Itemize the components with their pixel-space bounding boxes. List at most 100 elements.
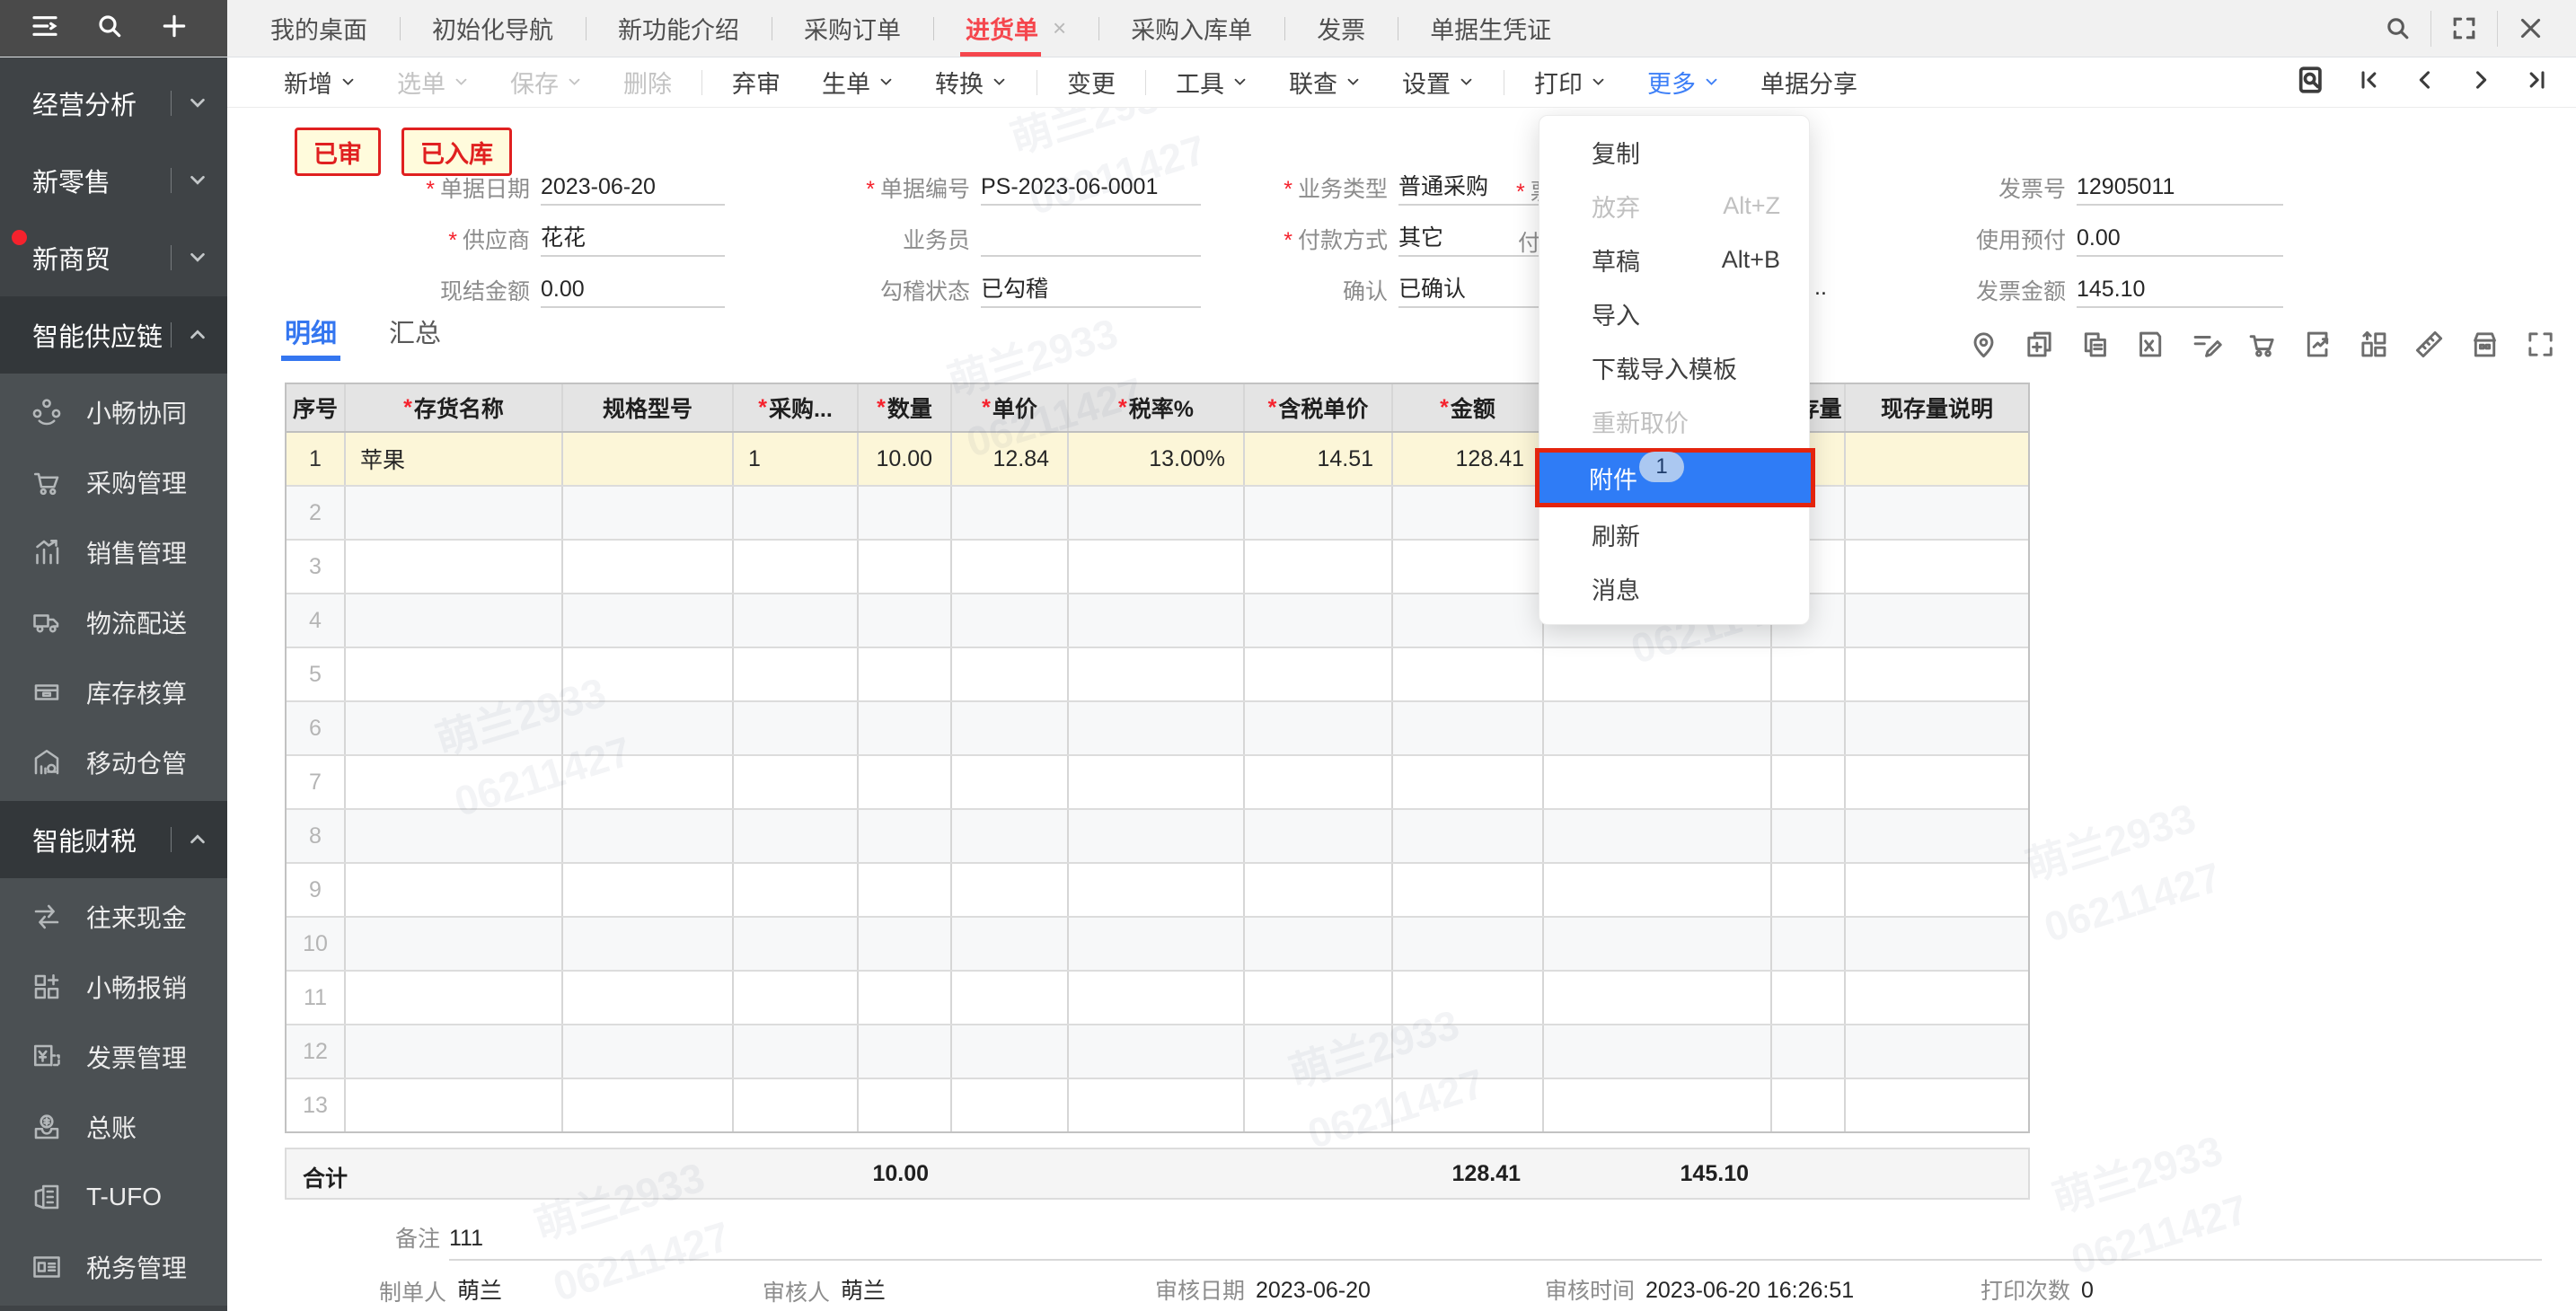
cell[interactable] <box>1770 702 1844 754</box>
cell[interactable] <box>1770 864 1844 916</box>
cell[interactable] <box>561 487 732 539</box>
cell[interactable] <box>1844 810 2028 862</box>
cell[interactable]: 128.41 <box>1391 433 1542 485</box>
cell[interactable] <box>1844 972 2028 1024</box>
cell[interactable] <box>732 756 857 808</box>
cell[interactable] <box>1067 648 1243 700</box>
field-input-业务员[interactable] <box>981 221 1201 257</box>
cell[interactable] <box>950 756 1067 808</box>
close-tab-icon[interactable]: × <box>1053 14 1066 42</box>
field-input-供应商[interactable]: 花花 <box>541 221 725 257</box>
cell[interactable] <box>1243 594 1391 647</box>
cell[interactable] <box>561 702 732 754</box>
cell[interactable] <box>1391 1025 1542 1078</box>
cell[interactable] <box>1770 810 1844 862</box>
field-input-发票金额[interactable]: 145.10 <box>2077 272 2283 308</box>
cell[interactable] <box>950 1079 1067 1131</box>
sidebar-item-采购管理[interactable]: 采购管理 <box>0 447 227 517</box>
cell[interactable] <box>1067 756 1243 808</box>
cell[interactable] <box>732 487 857 539</box>
cell[interactable] <box>344 594 561 647</box>
grid-tab-明细[interactable]: 明细 <box>285 312 337 361</box>
cell[interactable] <box>1844 756 2028 808</box>
cell[interactable] <box>1243 1079 1391 1131</box>
search-icon-button[interactable] <box>95 12 124 45</box>
cell[interactable] <box>1067 918 1243 970</box>
ruler-icon-button[interactable] <box>2413 329 2445 365</box>
cell[interactable] <box>1243 1025 1391 1078</box>
cell[interactable] <box>344 648 561 700</box>
cell[interactable] <box>857 487 950 539</box>
cell[interactable] <box>857 541 950 593</box>
tab-2[interactable]: 新功能介绍 <box>586 0 772 57</box>
cell[interactable] <box>950 1025 1067 1078</box>
column-header-含税单价[interactable]: *含税单价 <box>1243 384 1391 431</box>
cell[interactable] <box>1067 594 1243 647</box>
doc-trend-icon-button[interactable] <box>2302 329 2333 365</box>
cell[interactable] <box>344 1079 561 1131</box>
toolbar-button-0[interactable]: 新增 <box>263 65 376 100</box>
sidebar-item-移动仓管[interactable]: 移动仓管 <box>0 727 227 797</box>
cell[interactable] <box>1542 648 1770 700</box>
field-input-单据日期[interactable]: 2023-06-20 <box>541 170 725 206</box>
toolbar-button-1[interactable]: 转换 <box>914 65 1028 100</box>
sidebar-item-税务管理[interactable]: 税务管理 <box>0 1232 227 1302</box>
cell[interactable] <box>857 702 950 754</box>
column-header-数量[interactable]: *数量 <box>857 384 950 431</box>
menu-item-消息[interactable]: 消息 <box>1539 561 1809 615</box>
tab-5[interactable]: 采购入库单 <box>1098 0 1284 57</box>
tab-7[interactable]: 单据生凭证 <box>1398 0 1584 57</box>
cell[interactable] <box>1391 756 1542 808</box>
menu-item-草稿[interactable]: 草稿Alt+B <box>1539 233 1809 286</box>
column-header-序号[interactable]: 序号 <box>287 384 344 431</box>
cell[interactable] <box>732 1025 857 1078</box>
cell[interactable] <box>1391 648 1542 700</box>
next-page-icon-button[interactable] <box>2468 67 2493 97</box>
cell[interactable] <box>1391 810 1542 862</box>
cell[interactable] <box>857 864 950 916</box>
cell[interactable] <box>1067 972 1243 1024</box>
cell[interactable]: 12.84 <box>950 433 1067 485</box>
cell[interactable] <box>344 810 561 862</box>
store-icon-button[interactable] <box>2469 329 2501 365</box>
cell[interactable] <box>1391 594 1542 647</box>
cell[interactable] <box>732 594 857 647</box>
sidebar-item-总账[interactable]: 总账 <box>0 1092 227 1162</box>
cell[interactable] <box>344 972 561 1024</box>
menu-item-导入[interactable]: 导入 <box>1539 286 1809 340</box>
field-input-单据编号[interactable]: PS-2023-06-0001 <box>981 170 1201 206</box>
cell[interactable] <box>1844 487 2028 539</box>
cell[interactable] <box>344 918 561 970</box>
menu-item-下载导入模板[interactable]: 下载导入模板 <box>1539 340 1809 394</box>
cell[interactable] <box>1844 918 2028 970</box>
close-icon-button[interactable] <box>2497 11 2563 47</box>
toolbar-button-3[interactable]: 工具 <box>1155 65 1268 100</box>
cell[interactable] <box>857 810 950 862</box>
location-icon-button[interactable] <box>1968 329 1999 365</box>
cell[interactable] <box>857 918 950 970</box>
field-input-勾稽状态[interactable]: 已勾稽 <box>981 272 1201 308</box>
menu-item-附件[interactable]: 附件1 <box>1535 448 1815 507</box>
cell[interactable] <box>857 756 950 808</box>
toolbar-button-4[interactable]: 单据分享 <box>1740 65 1878 100</box>
cell[interactable] <box>344 541 561 593</box>
cell[interactable] <box>1770 648 1844 700</box>
cell[interactable] <box>1542 756 1770 808</box>
sidebar-item-小畅报销[interactable]: 小畅报销 <box>0 952 227 1022</box>
cell[interactable] <box>1243 810 1391 862</box>
cell[interactable] <box>1844 1079 2028 1131</box>
cell[interactable]: 10.00 <box>857 433 950 485</box>
grid-tab-汇总[interactable]: 汇总 <box>389 312 441 361</box>
menu-item-刷新[interactable]: 刷新 <box>1539 507 1809 561</box>
cell[interactable] <box>1391 702 1542 754</box>
cell[interactable] <box>1542 918 1770 970</box>
cell[interactable] <box>732 648 857 700</box>
toolbar-button-3[interactable]: 联查 <box>1268 65 1381 100</box>
cell[interactable] <box>732 541 857 593</box>
cell[interactable] <box>561 1079 732 1131</box>
cell[interactable] <box>561 433 732 485</box>
plus-icon-button[interactable] <box>160 12 189 45</box>
cell[interactable] <box>1844 433 2028 485</box>
tab-1[interactable]: 初始化导航 <box>400 0 586 57</box>
fullscreen-icon-button[interactable] <box>2430 11 2497 47</box>
